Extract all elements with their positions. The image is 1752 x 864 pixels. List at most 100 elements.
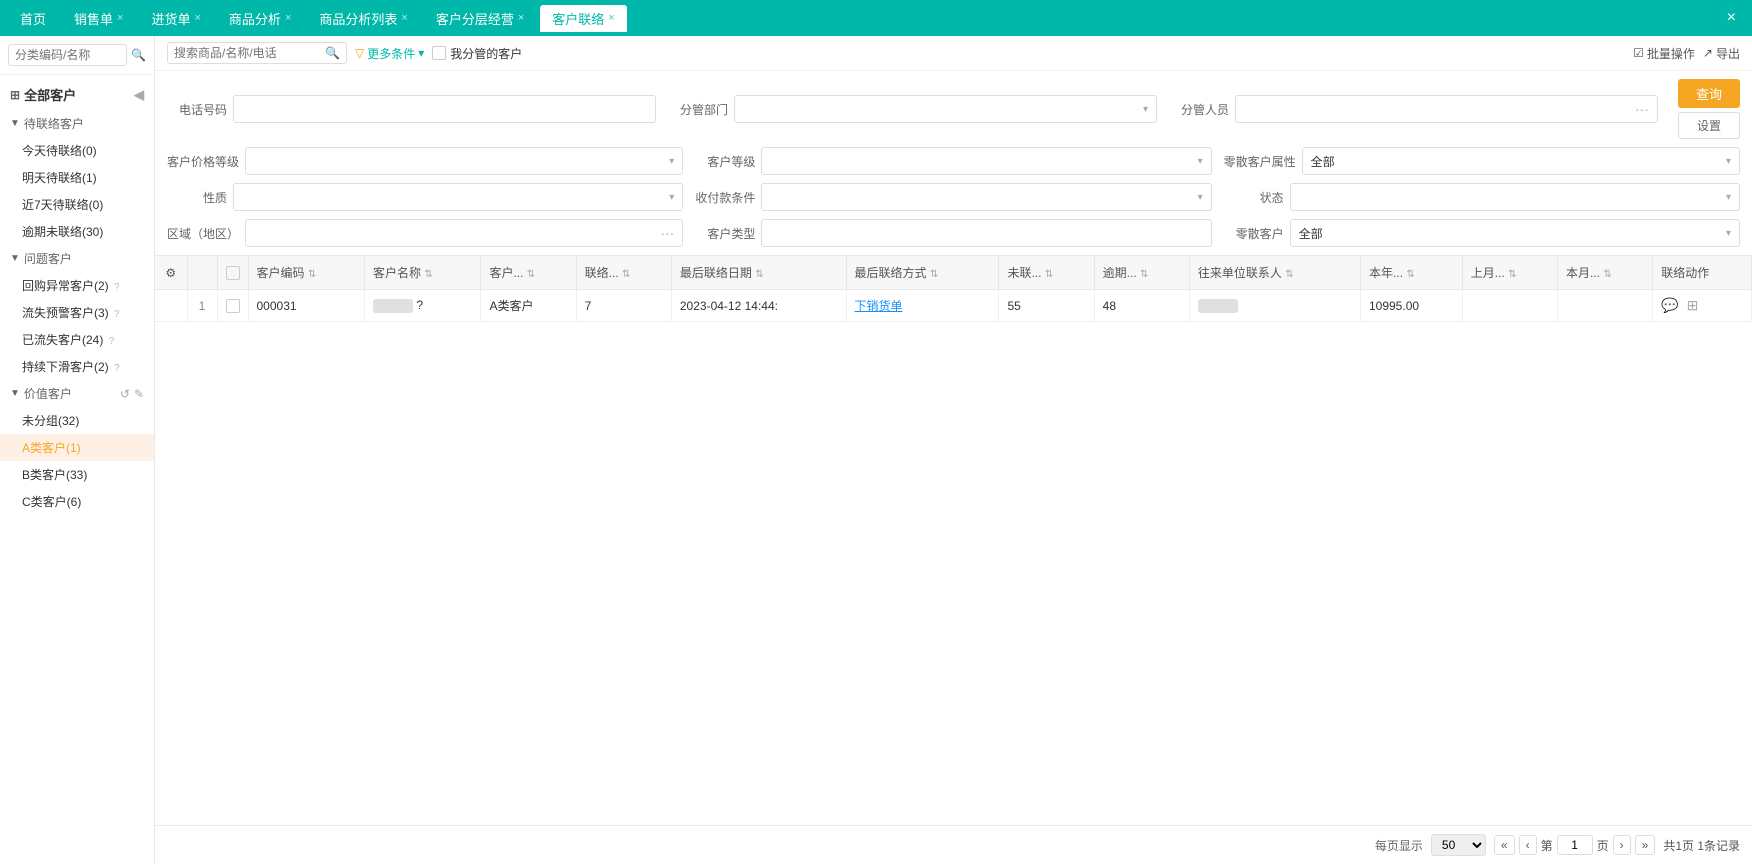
filter-nature-select[interactable]: ▾ [233, 183, 683, 211]
col-this-year[interactable]: 本年... ⇅ [1360, 256, 1462, 290]
window-close-button[interactable]: × [1719, 9, 1744, 27]
row-this-year-cell: 10995.00 [1360, 290, 1462, 322]
first-page-button[interactable]: « [1494, 835, 1515, 855]
batch-operation-button[interactable]: ☑ 批量操作 [1633, 45, 1695, 62]
col-overdue[interactable]: 逾期... ⇅ [1094, 256, 1189, 290]
toolbar-right: ☑ 批量操作 ↗ 导出 [1633, 45, 1740, 62]
sidebar-all-customers[interactable]: ⊞ 全部客户 ◀ [0, 79, 154, 110]
tab-home[interactable]: 首页 [8, 5, 58, 32]
col-last-date[interactable]: 最后联络日期 ⇅ [671, 256, 846, 290]
export-button[interactable]: ↗ 导出 [1703, 45, 1740, 62]
pending-arrow-icon: ▼ [10, 118, 20, 129]
sidebar-item-7days[interactable]: 近7天待联络(0) [0, 191, 154, 218]
sidebar-item-churn-warning[interactable]: 流失预警客户(3) ? [0, 299, 154, 326]
filter-more-caret: ▾ [418, 46, 424, 60]
row-contacts: 7 [585, 299, 592, 313]
row-checkbox-cell[interactable] [217, 290, 248, 322]
col-last-method-label: 最后联络方式 [855, 266, 927, 280]
sidebar-item-tomorrow[interactable]: 明天待联络(1) [0, 164, 154, 191]
my-customers-checkbox[interactable] [432, 46, 446, 60]
col-contact-person[interactable]: 往来单位联系人 ⇅ [1189, 256, 1360, 290]
tab-product-analysis-list-close[interactable]: × [401, 12, 407, 24]
tab-customer-segment-close[interactable]: × [518, 12, 524, 24]
adv-filter-row-1: 电话号码 分管部门 ▾ 分管人员 ··· [167, 79, 1740, 139]
row-last-method[interactable]: 下销货单 [855, 299, 903, 313]
col-last-method[interactable]: 最后联络方式 ⇅ [846, 256, 999, 290]
filter-payment-select[interactable]: ▾ [761, 183, 1211, 211]
tab-product-analysis-list-label: 商品分析列表 [319, 9, 397, 28]
retail-attr-caret-icon: ▾ [1726, 156, 1731, 167]
col-last-month[interactable]: 上月... ⇅ [1462, 256, 1557, 290]
tab-product-analysis-list[interactable]: 商品分析列表 × [307, 5, 419, 32]
filter-price-level-select[interactable]: ▾ [245, 147, 683, 175]
chat-icon[interactable]: 💬 [1661, 297, 1678, 314]
sidebar-section-value[interactable]: ▼ 价值客户 ↺ ✎ [0, 380, 154, 407]
row-contact-person-blurred [1198, 299, 1238, 313]
sidebar-item-a-class[interactable]: A类客户(1) [0, 434, 154, 461]
sidebar-item-today[interactable]: 今天待联络(0) [0, 137, 154, 164]
tab-sales-close[interactable]: × [117, 12, 123, 24]
setting-button[interactable]: 设置 [1678, 112, 1740, 139]
tab-customer-contact-close[interactable]: × [608, 12, 614, 24]
tab-customer-segment[interactable]: 客户分层经营 × [424, 5, 536, 32]
sidebar-item-churned[interactable]: 已流失客户(24) ? [0, 326, 154, 353]
sidebar-search-icon[interactable]: 🔍 [131, 48, 146, 62]
sidebar-collapse-button[interactable]: ◀ [134, 87, 144, 103]
sidebar-item-repurchase-abnormal[interactable]: 回购异常客户(2) ? [0, 272, 154, 299]
filter-person-select[interactable]: ··· [1235, 95, 1658, 123]
col-type-sort-icon: ⇅ [527, 269, 535, 280]
col-type[interactable]: 客户... ⇅ [481, 256, 576, 290]
page-size-select[interactable]: 50 100 200 [1431, 834, 1486, 856]
tab-sales[interactable]: 销售单 × [62, 5, 135, 32]
col-overdue-sort-icon: ⇅ [1140, 269, 1148, 280]
next-page-button[interactable]: › [1613, 835, 1631, 855]
filter-dept-select[interactable]: ▾ [734, 95, 1157, 123]
help-icon-2: ? [114, 309, 120, 320]
tab-product-analysis-close[interactable]: × [285, 12, 291, 24]
page-number-input[interactable] [1557, 835, 1593, 855]
filter-search-icon[interactable]: 🔍 [325, 46, 340, 60]
col-not-contact[interactable]: 未联... ⇅ [999, 256, 1094, 290]
refresh-icon[interactable]: ↺ [120, 387, 130, 401]
filter-my-customers[interactable]: 我分管的客户 [432, 45, 522, 62]
tab-customer-segment-label: 客户分层经营 [436, 9, 514, 28]
sidebar-item-c-class[interactable]: C类客户(6) [0, 488, 154, 515]
filter-more-conditions[interactable]: ▽ 更多条件 ▾ [355, 45, 424, 62]
table-container: ⚙ 客户编码 ⇅ 客户名称 ⇅ [155, 256, 1752, 825]
filter-search-input[interactable] [174, 46, 321, 60]
tab-purchase-close[interactable]: × [194, 12, 200, 24]
select-all-checkbox[interactable] [226, 266, 240, 280]
sidebar-item-overdue[interactable]: 逾期未联络(30) [0, 218, 154, 245]
row-checkbox[interactable] [226, 299, 240, 313]
row-settings-cell [155, 290, 187, 322]
sidebar-item-b-class[interactable]: B类客户(33) [0, 461, 154, 488]
query-button[interactable]: 查询 [1678, 79, 1740, 108]
row-code: 000031 [257, 299, 297, 313]
filter-region-select[interactable]: ··· [245, 219, 683, 247]
sidebar-search-input[interactable] [8, 44, 127, 66]
filter-status-select[interactable]: ▾ [1290, 183, 1740, 211]
sidebar-item-overdue-label: 逾期未联络(30) [22, 225, 103, 239]
tab-purchase[interactable]: 进货单 × [139, 5, 212, 32]
tab-customer-contact[interactable]: 客户联络 × [540, 5, 626, 32]
col-name[interactable]: 客户名称 ⇅ [364, 256, 480, 290]
col-contacts[interactable]: 联络... ⇅ [576, 256, 671, 290]
sidebar-section-pending[interactable]: ▼ 待联络客户 [0, 110, 154, 137]
prev-page-button[interactable]: ‹ [1519, 835, 1537, 855]
filter-phone-input[interactable] [233, 95, 656, 123]
col-code[interactable]: 客户编码 ⇅ [248, 256, 364, 290]
sidebar-section-problem[interactable]: ▼ 问题客户 [0, 245, 154, 272]
link-icon[interactable]: ⊞ [1687, 297, 1699, 314]
filter-retail-attr-select[interactable]: 全部 ▾ [1302, 147, 1740, 175]
filter-retail-select[interactable]: 全部 ▾ [1290, 219, 1740, 247]
col-settings[interactable]: ⚙ [155, 256, 187, 290]
col-checkbox[interactable] [217, 256, 248, 290]
filter-customer-level-select[interactable]: ▾ [761, 147, 1211, 175]
edit-icon[interactable]: ✎ [134, 387, 144, 401]
sidebar-item-declining[interactable]: 持续下滑客户(2) ? [0, 353, 154, 380]
sidebar-item-ungrouped[interactable]: 未分组(32) [0, 407, 154, 434]
col-this-month[interactable]: 本月... ⇅ [1557, 256, 1652, 290]
tab-product-analysis[interactable]: 商品分析 × [217, 5, 303, 32]
last-page-button[interactable]: » [1635, 835, 1656, 855]
filter-customer-type-input[interactable] [761, 219, 1211, 247]
